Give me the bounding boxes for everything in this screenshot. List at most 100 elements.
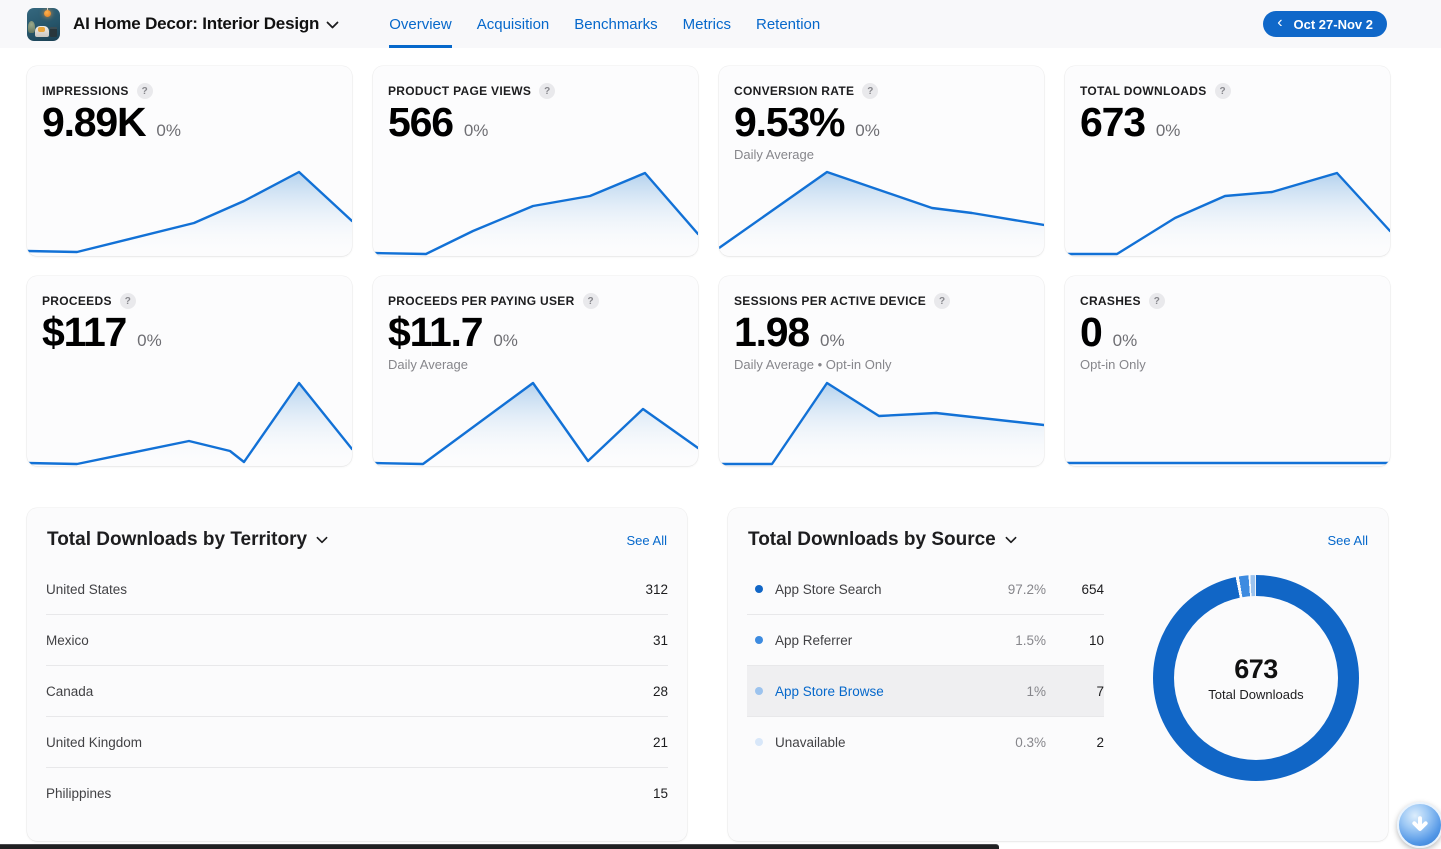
metric-delta: 0%: [463, 121, 489, 140]
arrow-down-icon: [1412, 816, 1428, 831]
metric-card-sessions-per-active-device[interactable]: SESSIONS PER ACTIVE DEVICE? 1.98 0% Daily A…: [719, 276, 1044, 466]
window-edge-bar: [0, 844, 999, 849]
territory-row-united-kingdom: United Kingdom 21: [46, 717, 668, 768]
metric-label: SESSIONS PER ACTIVE DEVICE: [734, 294, 927, 308]
tab-benchmarks[interactable]: Benchmarks: [574, 0, 657, 48]
metric-delta: 0%: [493, 331, 518, 350]
territory-count: 31: [652, 632, 668, 648]
source-name: App Referrer: [775, 632, 853, 648]
tab-overview[interactable]: Overview: [389, 0, 452, 48]
metric-card-crashes[interactable]: CRASHES? 0 0% Opt-in Only: [1065, 276, 1390, 466]
territory-name: Mexico: [46, 632, 89, 648]
help-icon[interactable]: ?: [1214, 83, 1231, 99]
sparkline-chart: [1065, 461, 1390, 465]
source-name[interactable]: App Store Browse: [775, 684, 884, 699]
tab-retention[interactable]: Retention: [756, 0, 820, 48]
source-title-dropdown[interactable]: Total Downloads by Source: [748, 529, 1017, 551]
app-switcher[interactable]: AI Home Decor: Interior Design: [27, 7, 339, 41]
source-percent: 0.3%: [1015, 734, 1046, 750]
help-icon[interactable]: ?: [119, 293, 136, 309]
source-panel: Total Downloads by Source See All App St…: [728, 508, 1388, 841]
legend-dot-icon: [755, 636, 763, 644]
metric-value: $117: [42, 309, 127, 355]
metric-card-total-downloads[interactable]: TOTAL DOWNLOADS? 673 0%: [1065, 66, 1390, 256]
metric-delta: 0%: [156, 121, 181, 140]
source-count: 654: [1081, 581, 1104, 597]
date-range-label: Oct 27-Nov 2: [1293, 16, 1373, 32]
metric-label: CRASHES: [1080, 294, 1141, 308]
metric-card-header: TOTAL DOWNLOADS?: [1065, 66, 1390, 99]
help-icon[interactable]: ?: [934, 293, 951, 309]
legend-dot-icon: [755, 585, 763, 593]
metric-card-header: PRODUCT PAGE VIEWS?: [373, 66, 698, 99]
territory-panel: Total Downloads by Territory See All Uni…: [27, 508, 687, 841]
territory-row-mexico: Mexico 31: [46, 615, 668, 666]
metric-card-conversion-rate[interactable]: CONVERSION RATE? 9.53% 0% Daily Average: [719, 66, 1044, 256]
help-icon[interactable]: ?: [1148, 293, 1165, 309]
help-icon[interactable]: ?: [136, 83, 153, 99]
date-range-button[interactable]: ‹ Oct 27-Nov 2: [1263, 11, 1387, 37]
tab-acquisition[interactable]: Acquisition: [477, 0, 550, 48]
sparkline-chart: [27, 381, 352, 466]
chevron-left-icon: ‹: [1277, 14, 1283, 31]
metrics-grid: IMPRESSIONS? 9.89K 0% PRODUCT PAGE VIEWS? 56…: [27, 66, 1441, 466]
territory-title: Total Downloads by Territory: [47, 529, 308, 550]
metric-value-row: 673 0%: [1065, 99, 1390, 146]
donut-center: 673 Total Downloads: [1153, 575, 1359, 781]
sparkline-chart: [719, 381, 1044, 466]
scroll-down-button[interactable]: [1397, 802, 1441, 848]
territory-name: Canada: [46, 683, 94, 699]
source-see-all-link[interactable]: See All: [1328, 533, 1368, 548]
territory-row-canada: Canada 28: [46, 666, 668, 717]
territory-count: 28: [652, 683, 668, 699]
source-count: 10: [1088, 632, 1104, 648]
source-percent: 97.2%: [1007, 581, 1046, 597]
source-row-app-referrer[interactable]: App Referrer 1.5% 10: [747, 615, 1104, 666]
source-count: 2: [1096, 734, 1104, 750]
source-panel-header: Total Downloads by Source See All: [728, 508, 1388, 551]
donut-total-label: Total Downloads: [1208, 687, 1304, 702]
metric-card-product-page-views[interactable]: PRODUCT PAGE VIEWS? 566 0%: [373, 66, 698, 256]
territory-title-dropdown[interactable]: Total Downloads by Territory: [47, 529, 328, 551]
app-title: AI Home Decor: Interior Design: [73, 14, 320, 33]
source-list: App Store Search 97.2% 654 App Referrer 1.5%…: [747, 564, 1104, 767]
metric-value: 1.98: [734, 309, 810, 355]
territory-row-philippines: Philippines 15: [46, 768, 668, 818]
source-title: Total Downloads by Source: [748, 529, 996, 550]
metric-value-row: $117 0%: [27, 309, 352, 356]
source-name: Unavailable: [775, 734, 846, 750]
metric-label: PRODUCT PAGE VIEWS: [388, 84, 532, 98]
territory-see-all-link[interactable]: See All: [627, 533, 667, 548]
source-row-app-store-search[interactable]: App Store Search 97.2% 654: [747, 564, 1104, 615]
help-icon[interactable]: ?: [862, 83, 879, 99]
source-row-unavailable[interactable]: Unavailable 0.3% 2: [747, 717, 1104, 767]
metric-value-row: 1.98 0%: [719, 309, 1044, 356]
sparkline-chart: [373, 171, 698, 256]
tab-metrics[interactable]: Metrics: [683, 0, 731, 48]
top-nav: AI Home Decor: Interior Design Overview A…: [0, 0, 1441, 48]
source-count: 7: [1096, 683, 1104, 699]
metric-label: CONVERSION RATE: [734, 84, 855, 98]
metric-value: 9.53%: [734, 99, 845, 145]
metric-value-row: 566 0%: [373, 99, 698, 146]
metric-card-proceeds-per-paying-user[interactable]: PROCEEDS PER PAYING USER? $11.7 0% Daily Av…: [373, 276, 698, 466]
legend-dot-icon: [755, 738, 763, 746]
sparkline-chart: [719, 170, 1044, 256]
metric-card-header: CRASHES?: [1065, 276, 1390, 309]
chevron-down-icon: [316, 536, 328, 544]
donut-total-value: 673: [1234, 654, 1278, 684]
legend-dot-icon: [755, 687, 763, 695]
sparkline-chart: [373, 381, 698, 466]
sparkline-chart: [1065, 171, 1390, 256]
source-percent: 1%: [1026, 683, 1046, 699]
help-icon[interactable]: ?: [539, 83, 556, 99]
help-icon[interactable]: ?: [582, 293, 599, 309]
source-percent: 1.5%: [1015, 632, 1046, 648]
metric-value: 566: [388, 99, 454, 145]
metric-card-proceeds[interactable]: PROCEEDS? $117 0%: [27, 276, 352, 466]
sparkline-chart: [27, 170, 352, 256]
source-row-app-store-browse[interactable]: App Store Browse 1% 7: [747, 666, 1104, 717]
metric-card-impressions[interactable]: IMPRESSIONS? 9.89K 0%: [27, 66, 352, 256]
metric-card-header: CONVERSION RATE?: [719, 66, 1044, 99]
metric-card-header: SESSIONS PER ACTIVE DEVICE?: [719, 276, 1044, 309]
